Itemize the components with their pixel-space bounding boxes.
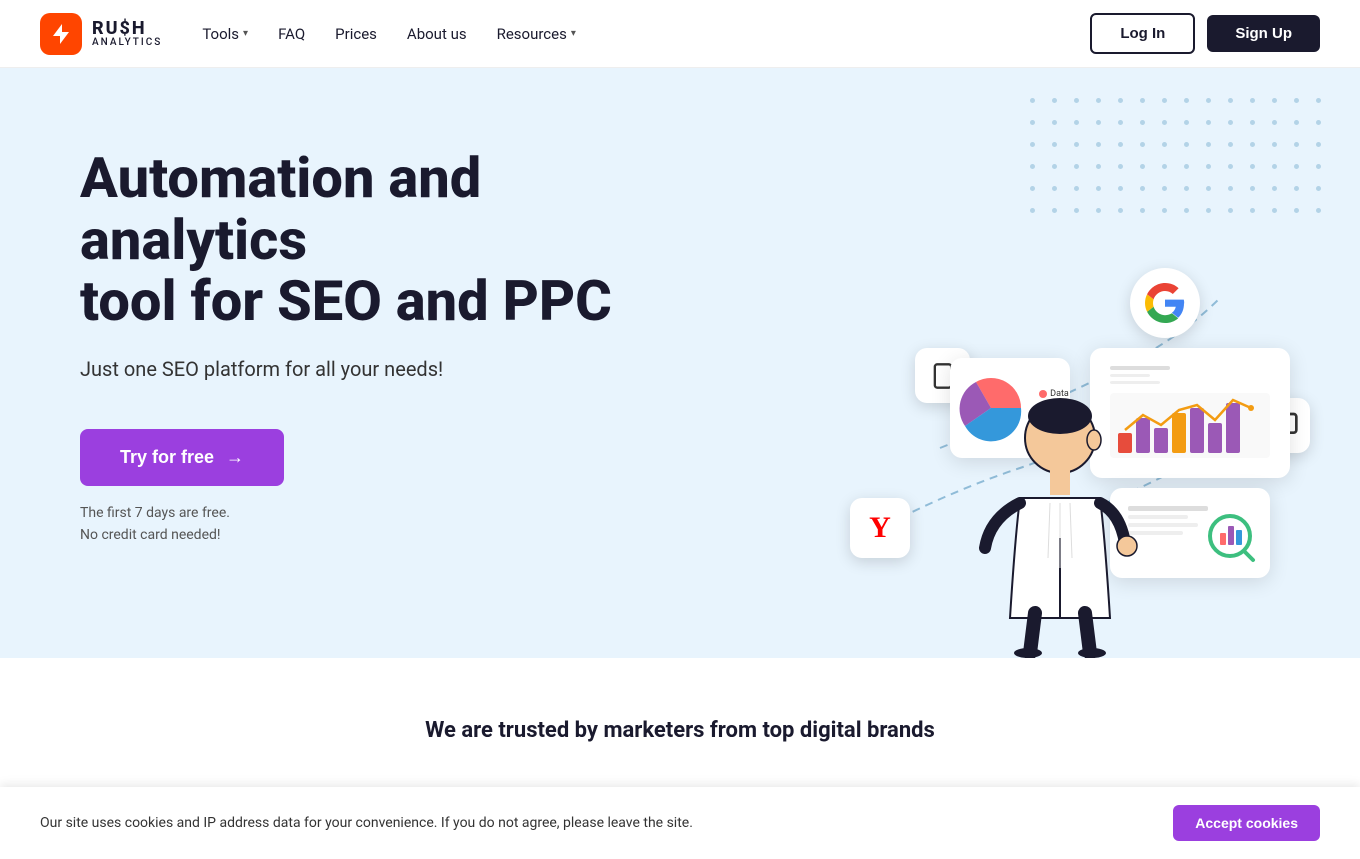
nav-link-prices[interactable]: Prices [335,25,377,43]
logo-analytics: ANALYTICS [92,38,162,48]
hero-section: Automation and analytics tool for SEO an… [0,68,1360,658]
try-free-button[interactable]: Try for free → [80,429,284,486]
nav-link-about[interactable]: About us [407,25,467,43]
hero-note: The first 7 days are free. No credit car… [80,502,660,547]
accept-cookies-button[interactable]: Accept cookies [1173,805,1320,841]
google-icon [1130,268,1200,338]
yandex-icon: Y [850,498,910,558]
chevron-down-icon: ▾ [243,28,248,39]
nav-links: Tools ▾ FAQ Prices About us Resources ▾ [202,25,576,43]
logo[interactable]: RU$H ANALYTICS [40,13,162,55]
arrow-icon: → [226,447,244,468]
trusted-title: We are trusted by marketers from top dig… [80,718,1280,743]
navbar: RU$H ANALYTICS Tools ▾ FAQ Prices About … [0,0,1360,68]
navbar-left: RU$H ANALYTICS Tools ▾ FAQ Prices About … [40,13,576,55]
navbar-right: Log In Sign Up [1090,13,1320,54]
person-illustration [960,358,1160,658]
logo-text: RU$H ANALYTICS [92,20,162,48]
nav-link-tools[interactable]: Tools ▾ [202,25,248,43]
hero-subtitle: Just one SEO platform for all your needs… [80,357,660,381]
try-free-label: Try for free [120,447,214,468]
nav-link-resources[interactable]: Resources ▾ [497,25,576,43]
cookie-banner: Our site uses cookies and IP address dat… [0,787,1360,859]
nav-link-faq[interactable]: FAQ [278,25,305,43]
logo-rush: RU$H [92,20,162,38]
trusted-section: We are trusted by marketers from top dig… [0,658,1360,783]
hero-title: Automation and analytics tool for SEO an… [80,148,660,333]
dot-grid [1030,98,1330,222]
cookie-text: Our site uses cookies and IP address dat… [40,815,693,831]
hero-content: Automation and analytics tool for SEO an… [80,128,660,547]
hero-illustration: Y [740,68,1360,658]
logo-icon [40,13,82,55]
signup-button[interactable]: Sign Up [1207,15,1320,52]
person-svg [960,358,1160,658]
login-button[interactable]: Log In [1090,13,1195,54]
lightning-icon [49,22,73,46]
chevron-down-icon-2: ▾ [571,28,576,39]
